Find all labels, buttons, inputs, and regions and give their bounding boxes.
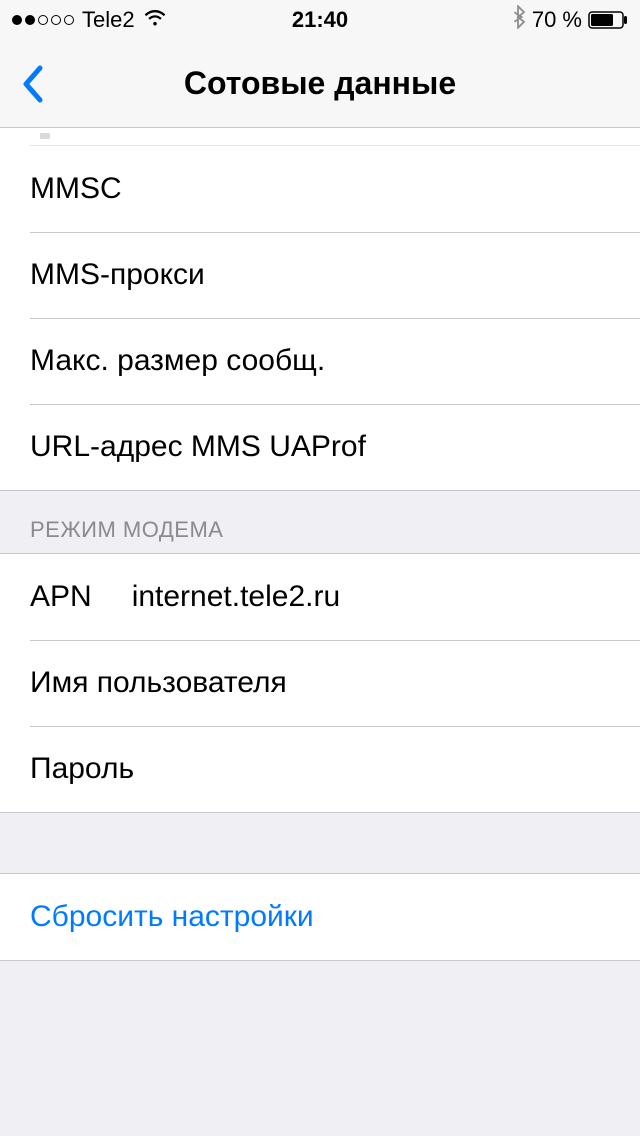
mms-proxy-input[interactable] <box>245 258 631 292</box>
mms-max-size-input[interactable] <box>365 344 640 378</box>
modem-list: APN Имя пользователя Пароль <box>0 553 640 813</box>
cell-label: MMSC <box>30 172 122 206</box>
reset-button[interactable]: Сбросить настройки <box>0 874 640 960</box>
back-button[interactable] <box>12 64 52 104</box>
nav-bar: Сотовые данные <box>0 40 640 128</box>
cell-mms-uaprof[interactable]: URL-адрес MMS UAProf <box>0 404 640 490</box>
carrier-label: Tele2 <box>82 7 135 33</box>
cell-label: URL-адрес MMS UAProf <box>30 430 366 464</box>
cell-username[interactable]: Имя пользователя <box>0 640 640 726</box>
mmsc-input[interactable] <box>162 172 610 206</box>
cell-mms-proxy[interactable]: MMS-прокси <box>0 232 640 318</box>
page-title: Сотовые данные <box>0 65 640 102</box>
cell-label: Макс. размер сообщ. <box>30 344 325 378</box>
cell-mmsc[interactable]: MMSC <box>0 146 640 232</box>
username-input[interactable] <box>327 666 640 700</box>
status-bar: Tele2 21:40 70 % <box>0 0 640 40</box>
signal-strength-icon <box>12 15 74 25</box>
chevron-left-icon <box>20 64 44 104</box>
status-right: 70 % <box>510 5 628 35</box>
mms-uaprof-input[interactable] <box>406 430 640 464</box>
cell-mms-max-size[interactable]: Макс. размер сообщ. <box>0 318 640 404</box>
mms-list: MMSC MMS-прокси Макс. размер сообщ. URL-… <box>0 128 640 491</box>
cell-label: APN <box>30 580 92 614</box>
apn-input[interactable] <box>132 580 610 614</box>
modem-section-header: РЕЖИМ МОДЕМА <box>0 491 640 553</box>
content-area: MMSC MMS-прокси Макс. размер сообщ. URL-… <box>0 128 640 1136</box>
status-time: 21:40 <box>292 7 348 33</box>
battery-percentage: 70 % <box>532 7 582 33</box>
wifi-icon <box>143 5 167 35</box>
cell-label: Имя пользователя <box>30 666 287 700</box>
cell-apn[interactable]: APN <box>0 554 640 640</box>
cell-password[interactable]: Пароль <box>0 726 640 812</box>
partial-row-top <box>30 128 640 146</box>
battery-icon <box>588 11 628 29</box>
status-left: Tele2 <box>12 5 167 35</box>
cell-label: Пароль <box>30 752 134 786</box>
reset-list: Сбросить настройки <box>0 873 640 961</box>
password-input[interactable] <box>174 752 610 786</box>
bluetooth-icon <box>510 5 526 35</box>
cell-label: MMS-прокси <box>30 258 205 292</box>
reset-label: Сбросить настройки <box>30 900 314 934</box>
